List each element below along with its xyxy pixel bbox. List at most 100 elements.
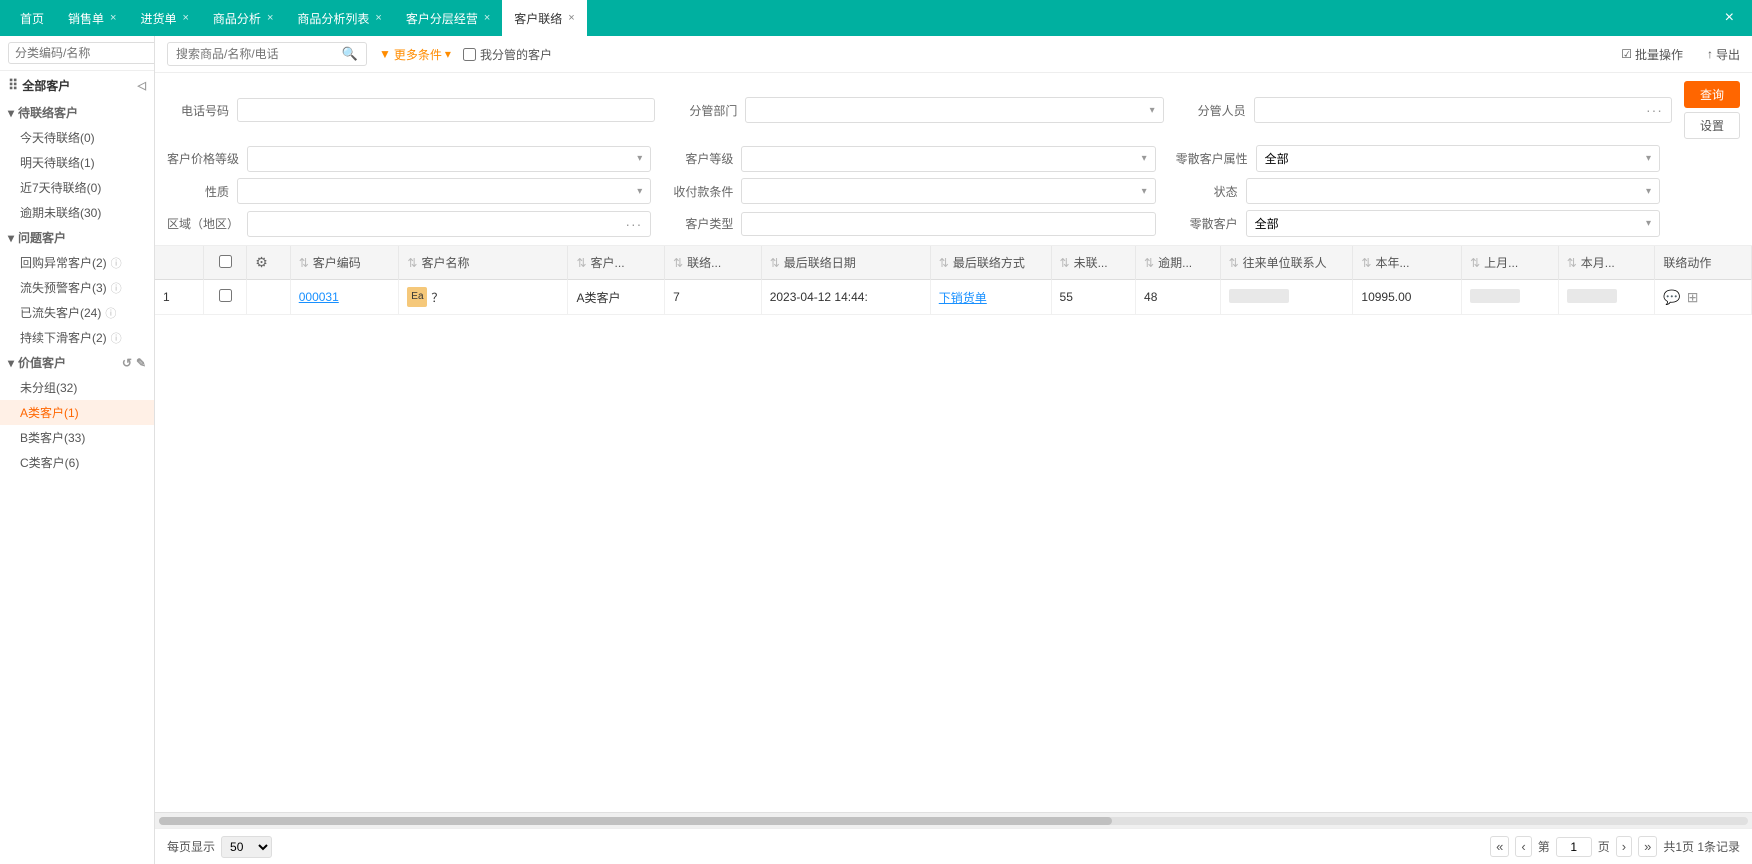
filter-payment-label: 收付款条件 bbox=[671, 183, 741, 200]
filter-status-arrow: ▾ bbox=[1646, 186, 1651, 197]
sidebar-value-refresh-icon[interactable]: ↺ bbox=[122, 356, 132, 370]
sidebar-collapse-btn[interactable]: ◁ bbox=[138, 79, 146, 92]
sidebar-item-b-class[interactable]: B类客户(33) bbox=[0, 425, 154, 450]
row-1-contact: 7 bbox=[665, 280, 762, 315]
page-label: 页 bbox=[1598, 838, 1610, 855]
row-1-chat-icon[interactable]: 💬 bbox=[1663, 289, 1680, 306]
col-person-header: ⇅ 往来单位联系人 bbox=[1220, 246, 1353, 280]
table-row: 1 000031 Ea ？ bbox=[155, 280, 1752, 315]
filter-status-input[interactable]: ▾ bbox=[1246, 178, 1660, 204]
nav-customer-contact-close[interactable]: × bbox=[568, 12, 574, 24]
sidebar-item-repurchase[interactable]: 回购异常客户(2) ⓘ bbox=[0, 250, 154, 275]
sidebar-item-already-lost[interactable]: 已流失客户(24) ⓘ bbox=[0, 300, 154, 325]
col-code-label: 客户编码 bbox=[313, 254, 361, 271]
scroll-thumb[interactable] bbox=[159, 817, 1112, 825]
row-1-lastway-link[interactable]: 下销货单 bbox=[939, 291, 987, 305]
page-input[interactable] bbox=[1556, 837, 1592, 857]
filter-retail-attr-input[interactable]: 全部 ▾ bbox=[1256, 145, 1660, 172]
table-body: 1 000031 Ea ？ bbox=[155, 280, 1752, 315]
sidebar-value-edit-icon[interactable]: ✎ bbox=[136, 356, 146, 370]
filter-cust-level-label: 客户等级 bbox=[671, 150, 741, 167]
col-thismonth-sort-icon: ⇅ bbox=[1567, 256, 1577, 270]
row-1-lastdate: 2023-04-12 14:44: bbox=[761, 280, 930, 315]
row-1-code[interactable]: 000031 bbox=[290, 280, 399, 315]
col-nocontact-label: 未联... bbox=[1074, 254, 1108, 271]
row-1-grid-icon[interactable]: ⊞ bbox=[1687, 289, 1699, 306]
page-first-btn[interactable]: « bbox=[1490, 836, 1509, 857]
nav-product[interactable]: 商品分析 × bbox=[201, 0, 285, 36]
query-button[interactable]: 查询 bbox=[1684, 81, 1740, 108]
filter-search-input[interactable] bbox=[176, 47, 342, 61]
scroll-track bbox=[159, 817, 1748, 825]
filter-cust-level-input[interactable]: ▾ bbox=[741, 146, 1155, 172]
sidebar-item-already-lost-info: ⓘ bbox=[105, 305, 116, 321]
page-prev-btn[interactable]: ‹ bbox=[1515, 836, 1531, 857]
horizontal-scrollbar[interactable] bbox=[155, 812, 1752, 828]
row-1-code-link[interactable]: 000031 bbox=[299, 290, 339, 304]
sidebar-group-pending[interactable]: ▾ 待联络客户 bbox=[0, 100, 154, 125]
page-size-select[interactable]: 20 50 100 bbox=[221, 836, 272, 858]
filter-price-level-input[interactable]: ▾ bbox=[247, 146, 651, 172]
sidebar-item-c-class[interactable]: C类客户(6) bbox=[0, 450, 154, 475]
filter-icon: ▼ bbox=[379, 47, 391, 61]
sidebar-item-unclassified[interactable]: 未分组(32) bbox=[0, 375, 154, 400]
filter-status: 状态 ▾ bbox=[1176, 178, 1660, 204]
filter-phone-input[interactable] bbox=[237, 98, 655, 122]
nav-purchase[interactable]: 进货单 × bbox=[128, 0, 200, 36]
sidebar-all-customers[interactable]: ⠿ 全部客户 ◁ bbox=[0, 71, 154, 100]
nav-customer-seg[interactable]: 客户分层经营 × bbox=[394, 0, 502, 36]
nav-sales-close[interactable]: × bbox=[110, 12, 116, 24]
col-num-header bbox=[155, 246, 203, 280]
sidebar-item-decline-info: ⓘ bbox=[111, 330, 122, 346]
page-next-btn[interactable]: › bbox=[1616, 836, 1632, 857]
filter-search-icon[interactable]: 🔍 bbox=[342, 46, 358, 62]
sidebar-item-7days[interactable]: 近7天待联络(0) bbox=[0, 175, 154, 200]
sidebar-group-value[interactable]: ▾ 价值客户 ↺ ✎ bbox=[0, 350, 154, 375]
filter-cust-type-input[interactable] bbox=[741, 212, 1155, 236]
filter-more-btn[interactable]: ▼ 更多条件 ▾ bbox=[379, 46, 451, 63]
filter-actions: 查询 设置 bbox=[1672, 81, 1740, 139]
sidebar-item-overdue[interactable]: 逾期未联络(30) bbox=[0, 200, 154, 225]
nav-home[interactable]: 首页 bbox=[8, 0, 56, 36]
my-customers-check[interactable]: 我分管的客户 bbox=[463, 46, 552, 63]
nav-sales[interactable]: 销售单 × bbox=[56, 0, 128, 36]
batch-op-btn[interactable]: ☑ 批量操作 bbox=[1621, 46, 1683, 63]
filter-retail-input[interactable]: 全部 ▾ bbox=[1246, 210, 1660, 237]
top-nav-close[interactable]: × bbox=[1715, 9, 1744, 27]
filter-payment-input[interactable]: ▾ bbox=[741, 178, 1155, 204]
sidebar-item-lost[interactable]: 流失预警客户(3) ⓘ bbox=[0, 275, 154, 300]
sidebar-group-value-arrow: ▾ bbox=[8, 356, 14, 370]
select-all-checkbox[interactable] bbox=[219, 255, 232, 268]
sidebar-item-today[interactable]: 今天待联络(0) bbox=[0, 125, 154, 150]
sidebar-group-problem-label: 问题客户 bbox=[18, 229, 66, 246]
nav-purchase-close[interactable]: × bbox=[182, 12, 188, 24]
col-thisyear-header: ⇅ 本年... bbox=[1353, 246, 1462, 280]
col-action-label: 联络动作 bbox=[1663, 256, 1711, 270]
sidebar-group-problem-arrow: ▾ bbox=[8, 231, 14, 245]
nav-customer-contact[interactable]: 客户联络 × bbox=[502, 0, 586, 36]
sidebar-group-problem[interactable]: ▾ 问题客户 bbox=[0, 225, 154, 250]
filter-person-input[interactable]: ··· bbox=[1254, 97, 1672, 123]
sidebar-item-decline[interactable]: 持续下滑客户(2) ⓘ bbox=[0, 325, 154, 350]
filter-nature-input[interactable]: ▾ bbox=[237, 178, 651, 204]
adv-filter-row4: 区域（地区） ··· 客户类型 零散客户 全部 ▾ bbox=[167, 210, 1740, 237]
export-label: 导出 bbox=[1716, 46, 1740, 63]
sidebar-item-tomorrow[interactable]: 明天待联络(1) bbox=[0, 150, 154, 175]
filter-region-input[interactable]: ··· bbox=[247, 211, 651, 237]
row-1-checkbox[interactable] bbox=[219, 289, 232, 302]
nav-customer-seg-close[interactable]: × bbox=[484, 12, 490, 24]
page-last-btn[interactable]: » bbox=[1638, 836, 1657, 857]
sidebar-item-a-class[interactable]: A类客户(1) bbox=[0, 400, 154, 425]
nav-product-list[interactable]: 商品分析列表 × bbox=[285, 0, 393, 36]
my-customers-checkbox[interactable] bbox=[463, 48, 476, 61]
nav-product-close[interactable]: × bbox=[267, 12, 273, 24]
col-nocontact-header: ⇅ 未联... bbox=[1051, 246, 1136, 280]
sidebar-item-tomorrow-label: 明天待联络(1) bbox=[20, 154, 95, 171]
nav-product-list-close[interactable]: × bbox=[375, 12, 381, 24]
row-1-num: 1 bbox=[155, 280, 203, 315]
table-settings-gear[interactable]: ⚙ bbox=[255, 254, 268, 270]
sidebar-search-input[interactable] bbox=[8, 42, 155, 64]
export-btn[interactable]: ↑ 导出 bbox=[1707, 46, 1740, 63]
settings-button[interactable]: 设置 bbox=[1684, 112, 1740, 139]
filter-dept-input[interactable]: ▾ bbox=[745, 97, 1163, 123]
